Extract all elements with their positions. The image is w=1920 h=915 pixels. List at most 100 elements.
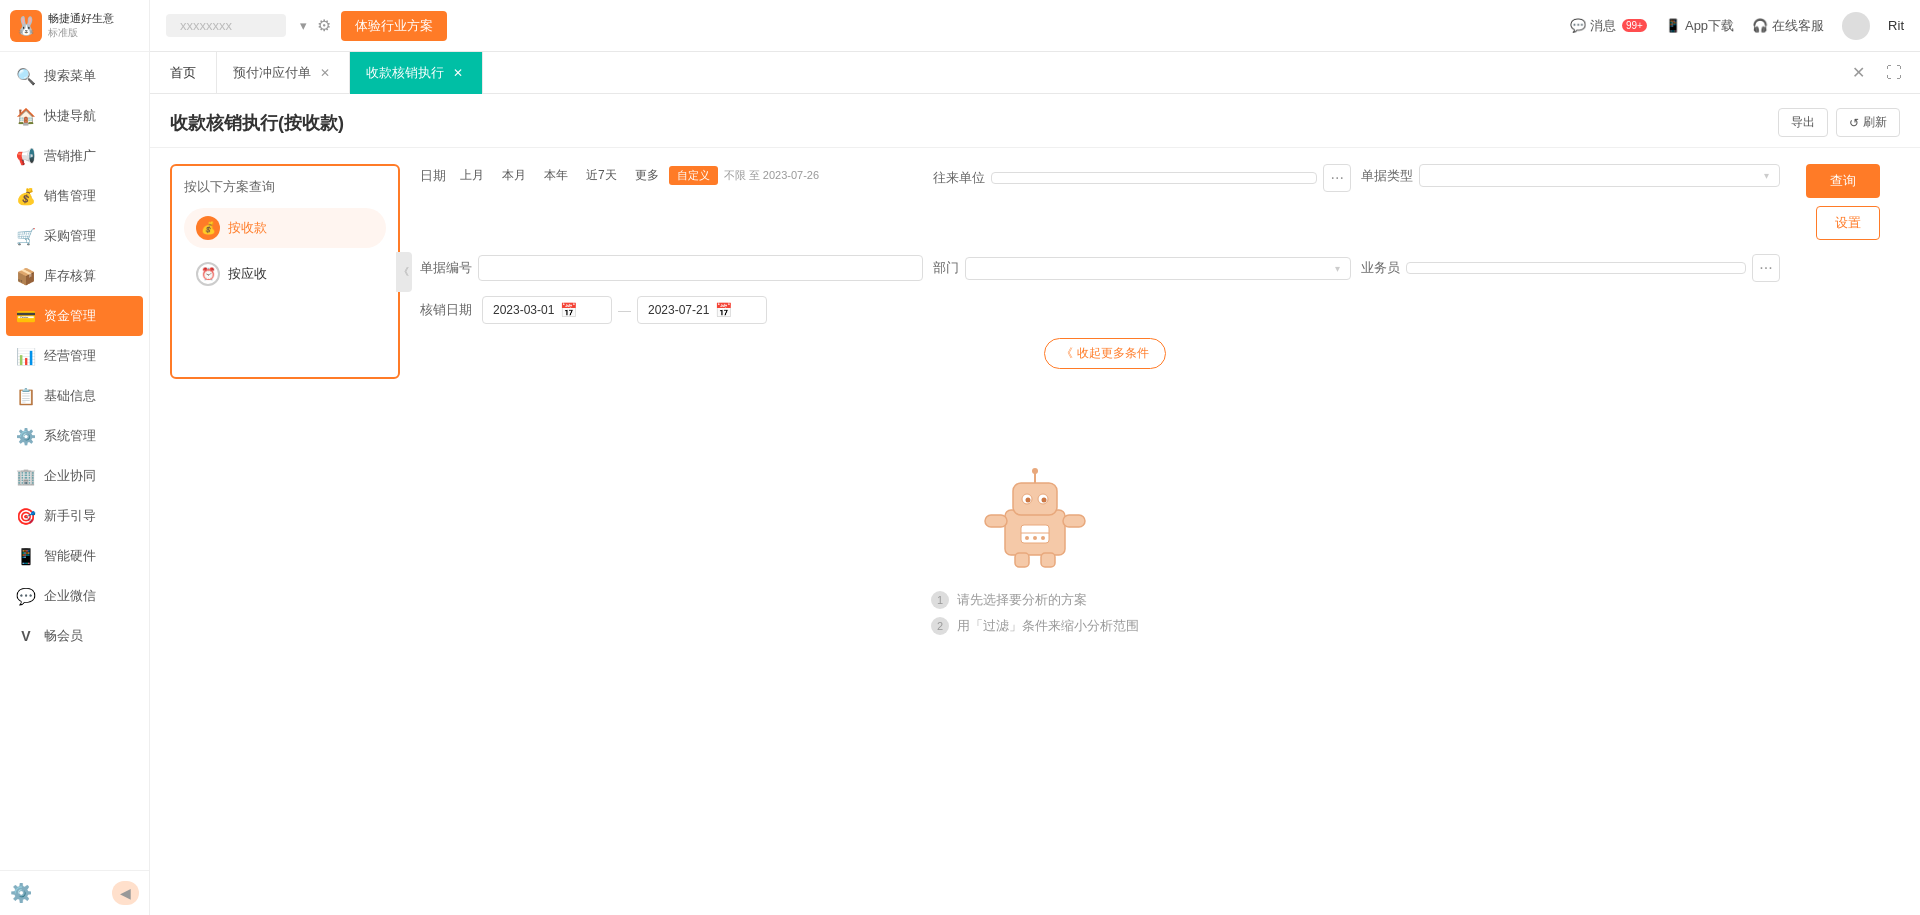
svg-point-16	[1041, 536, 1045, 540]
staff-more-btn[interactable]: ···	[1752, 254, 1780, 282]
sidebar-item-label: 企业微信	[44, 587, 96, 605]
sidebar-item-wechat[interactable]: 💬 企业微信	[0, 576, 149, 616]
by-receipt-icon: 💰	[196, 216, 220, 240]
offset-date-end[interactable]: 2023-07-21 📅	[637, 296, 767, 324]
sidebar-item-label: 采购管理	[44, 227, 96, 245]
sidebar-item-hardware[interactable]: 📱 智能硬件	[0, 536, 149, 576]
sidebar: 🐰 畅捷通好生意 标准版 🔍 搜索菜单 🏠 快捷导航 📢 营销推广 💰 销售管理…	[0, 0, 150, 915]
date-btn-this-year[interactable]: 本年	[536, 164, 576, 187]
page-container: 收款核销执行(按收款) 导出 ↺ 刷新 按以下方案查询 💰 按收款	[150, 94, 1920, 915]
tip-text-1: 请先选择要分析的方案	[957, 591, 1087, 609]
sidebar-settings-icon[interactable]: ⚙️	[10, 882, 32, 904]
purchase-icon: 🛒	[16, 226, 36, 246]
date-btn-last-month[interactable]: 上月	[452, 164, 492, 187]
filter-scheme-panel: 按以下方案查询 💰 按收款 ⏰ 按应收 《	[170, 164, 400, 379]
sidebar-item-label: 畅会员	[44, 627, 83, 645]
sidebar-item-operations[interactable]: 📊 经营管理	[0, 336, 149, 376]
refresh-btn[interactable]: ↺ 刷新	[1836, 108, 1900, 137]
date-btn-more[interactable]: 更多	[627, 164, 667, 187]
refresh-icon: ↺	[1849, 116, 1859, 130]
tip-num-1: 1	[931, 591, 949, 609]
sidebar-item-member[interactable]: V 畅会员	[0, 616, 149, 656]
gear-icon[interactable]: ⚙	[317, 16, 331, 35]
sidebar-item-finance[interactable]: 💳 资金管理	[6, 296, 143, 336]
sidebar-item-basic-info[interactable]: 📋 基础信息	[0, 376, 149, 416]
sidebar-item-label: 快捷导航	[44, 107, 96, 125]
message-icon: 💬	[1570, 18, 1586, 33]
sidebar-item-sales[interactable]: 💰 销售管理	[0, 176, 149, 216]
logo-icon: 🐰	[10, 10, 42, 42]
message-badge: 99+	[1622, 19, 1647, 32]
voucher-no-input[interactable]	[478, 255, 923, 281]
sidebar-collapse-icon[interactable]: ◀	[112, 881, 139, 905]
tab-home[interactable]: 首页	[150, 52, 217, 94]
page-actions: 导出 ↺ 刷新	[1778, 108, 1900, 137]
svg-rect-11	[1041, 553, 1055, 567]
guide-icon: 🎯	[16, 506, 36, 526]
collapse-more-btn[interactable]: 《 收起更多条件	[1044, 338, 1166, 369]
filter-collapse-btn[interactable]: 《	[396, 252, 412, 292]
collapse-more-label: 收起更多条件	[1077, 345, 1149, 362]
staff-input[interactable]	[1406, 262, 1746, 274]
date-range-text: 不限 至 2023-07-26	[724, 168, 819, 183]
export-btn[interactable]: 导出	[1778, 108, 1828, 137]
query-btn[interactable]: 查询	[1806, 164, 1880, 198]
sidebar-item-guide[interactable]: 🎯 新手引导	[0, 496, 149, 536]
header-left: xxxxxxxx ▾ ⚙ 体验行业方案	[166, 11, 447, 41]
staff-label: 业务员	[1361, 259, 1400, 277]
industry-btn[interactable]: 体验行业方案	[341, 11, 447, 41]
offset-end-calendar-icon[interactable]: 📅	[715, 302, 732, 318]
collapse-more-icon: 《	[1061, 345, 1073, 362]
counterparty-label: 往来单位	[933, 169, 985, 187]
tab-maximize-icon[interactable]: ⛶	[1880, 59, 1908, 87]
offset-date-start[interactable]: 2023-03-01 📅	[482, 296, 612, 324]
breadcrumb-dropdown-icon[interactable]: ▾	[300, 18, 307, 33]
online-service-btn[interactable]: 🎧 在线客服	[1752, 17, 1824, 35]
sidebar-item-label: 企业协同	[44, 467, 96, 485]
sidebar-item-marketing[interactable]: 📢 营销推广	[0, 136, 149, 176]
app-download-btn[interactable]: 📱 App下载	[1665, 17, 1734, 35]
filter-option-by-receivable[interactable]: ⏰ 按应收	[184, 254, 386, 294]
empty-tips: 1 请先选择要分析的方案 2 用「过滤」条件来缩小分析范围	[931, 591, 1139, 635]
tab-home-label: 首页	[170, 64, 196, 82]
tab-bar-actions: ✕ ⛶	[1844, 59, 1920, 87]
tab-prepay-close-icon[interactable]: ✕	[317, 65, 333, 81]
svg-point-7	[1032, 468, 1038, 474]
tab-receipt-close-icon[interactable]: ✕	[450, 65, 466, 81]
voucher-type-arrow: ▾	[1764, 170, 1769, 181]
voucher-type-input[interactable]: ▾	[1419, 164, 1780, 187]
dept-input[interactable]: ▾	[965, 257, 1352, 280]
date-btn-7days[interactable]: 近7天	[578, 164, 625, 187]
message-btn[interactable]: 💬 消息 99+	[1570, 17, 1647, 35]
svg-rect-10	[1015, 553, 1029, 567]
filter-option-by-receipt[interactable]: 💰 按收款	[184, 208, 386, 248]
svg-rect-1	[1013, 483, 1057, 515]
sidebar-item-quick-nav[interactable]: 🏠 快捷导航	[0, 96, 149, 136]
sidebar-item-purchase[interactable]: 🛒 采购管理	[0, 216, 149, 256]
tab-close-window-icon[interactable]: ✕	[1844, 59, 1872, 87]
sidebar-logo: 🐰 畅捷通好生意 标准版	[0, 0, 149, 52]
counterparty-more-btn[interactable]: ···	[1323, 164, 1351, 192]
tab-prepay-label: 预付冲应付单	[233, 64, 311, 82]
date-btn-this-month[interactable]: 本月	[494, 164, 534, 187]
sidebar-item-search[interactable]: 🔍 搜索菜单	[0, 56, 149, 96]
counterparty-input[interactable]	[991, 172, 1318, 184]
app-download-icon: 📱	[1665, 18, 1681, 33]
sidebar-nav: 🔍 搜索菜单 🏠 快捷导航 📢 营销推广 💰 销售管理 🛒 采购管理 📦 库存核…	[0, 52, 149, 870]
filter-fields: 日期 上月 本月 本年 近7天 更多 自定义 不限 至 2023-07-26	[400, 164, 1900, 379]
header-right: 💬 消息 99+ 📱 App下载 🎧 在线客服 Rit	[1570, 12, 1904, 40]
sidebar-item-enterprise[interactable]: 🏢 企业协同	[0, 456, 149, 496]
sidebar-item-system[interactable]: ⚙️ 系统管理	[0, 416, 149, 456]
svg-rect-12	[1021, 525, 1049, 543]
sidebar-item-label: 系统管理	[44, 427, 96, 445]
tab-receipt-offset[interactable]: 收款核销执行 ✕	[350, 52, 483, 94]
sidebar-item-label: 基础信息	[44, 387, 96, 405]
sidebar-item-inventory[interactable]: 📦 库存核算	[0, 256, 149, 296]
user-name: Rit	[1888, 18, 1904, 33]
tab-prepay-offset[interactable]: 预付冲应付单 ✕	[217, 52, 350, 94]
svg-point-5	[1042, 498, 1047, 503]
offset-start-calendar-icon[interactable]: 📅	[560, 302, 577, 318]
tip-num-2: 2	[931, 617, 949, 635]
setting-btn[interactable]: 设置	[1816, 206, 1880, 240]
sidebar-item-label: 经营管理	[44, 347, 96, 365]
